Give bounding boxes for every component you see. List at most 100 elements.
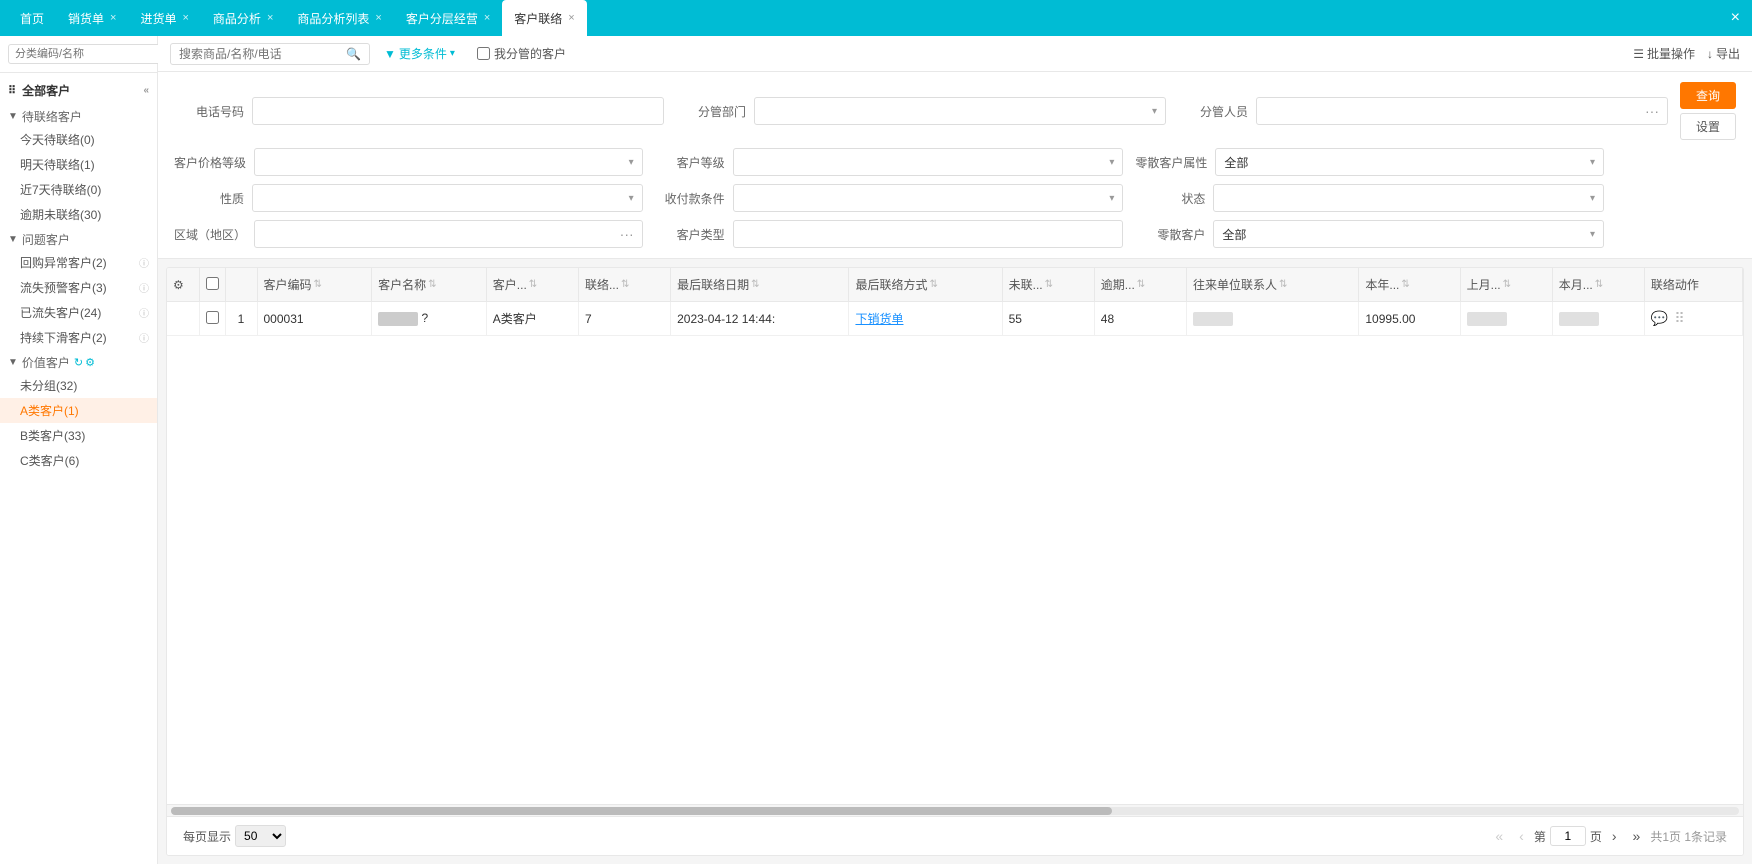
col-settings[interactable]: ⚙ xyxy=(167,268,199,302)
my-customer-checkbox[interactable] xyxy=(477,47,490,60)
nav-customer-tier[interactable]: 客户分层经营 × xyxy=(394,0,502,36)
sidebar-item-tomorrow-contact[interactable]: 明天待联络(1) xyxy=(0,152,157,177)
group-value-customers[interactable]: ▼ 价值客户 ↻ ⚙ xyxy=(0,350,157,373)
page-size-dropdown[interactable]: 50 100 200 xyxy=(235,825,286,847)
close-all-tabs[interactable]: × xyxy=(1731,9,1740,27)
sort-last-month-icon[interactable]: ⇅ xyxy=(1503,279,1511,290)
cell-checkbox[interactable] xyxy=(199,302,225,336)
nav-customer-contact[interactable]: 客户联络 × xyxy=(502,0,586,36)
sidebar-item-churned[interactable]: 已流失客户(24) ⓘ xyxy=(0,300,157,325)
col-checkbox[interactable] xyxy=(199,268,225,302)
refresh-icon[interactable]: ↻ xyxy=(74,356,83,369)
sidebar-search-input[interactable] xyxy=(8,44,164,64)
sidebar-item-class-a[interactable]: A类客户(1) xyxy=(0,398,157,423)
sort-this-month-icon[interactable]: ⇅ xyxy=(1595,279,1603,290)
sort-name-icon[interactable]: ⇅ xyxy=(428,279,436,290)
query-button[interactable]: 查询 xyxy=(1680,82,1736,109)
filter-payment-select[interactable]: ▾ xyxy=(733,184,1124,212)
sidebar-item-ungrouped[interactable]: 未分组(32) xyxy=(0,373,157,398)
sidebar-item-declining[interactable]: 持续下滑客户(2) ⓘ xyxy=(0,325,157,350)
sort-contact-icon[interactable]: ⇅ xyxy=(621,279,629,290)
collapse-icon[interactable]: « xyxy=(143,85,149,96)
sort-history-icon[interactable]: ⇅ xyxy=(1279,279,1287,290)
nav-product-analysis[interactable]: 商品分析 × xyxy=(201,0,285,36)
close-product-analysis-list[interactable]: × xyxy=(375,12,381,24)
nav-product-analysis-list[interactable]: 商品分析列表 × xyxy=(285,0,393,36)
first-page-btn[interactable]: « xyxy=(1489,826,1509,846)
nav-home[interactable]: 首页 xyxy=(8,0,56,36)
message-icon[interactable]: 💬 xyxy=(1651,310,1668,327)
sort-code-icon[interactable]: ⇅ xyxy=(314,279,322,290)
my-customer-checkbox-label[interactable]: 我分管的客户 xyxy=(477,45,566,62)
col-no-contact[interactable]: 未联... ⇅ xyxy=(1002,268,1094,302)
close-sales-order[interactable]: × xyxy=(110,12,116,24)
close-purchase[interactable]: × xyxy=(182,12,188,24)
sidebar-item-churn-warning[interactable]: 流失预警客户(3) ⓘ xyxy=(0,275,157,300)
all-customers-header[interactable]: ⠿ 全部客户 « xyxy=(0,77,157,104)
nav-purchase[interactable]: 进货单 × xyxy=(128,0,200,36)
sidebar-item-today-contact[interactable]: 今天待联络(0) xyxy=(0,127,157,152)
sort-last-method-icon[interactable]: ⇅ xyxy=(929,279,937,290)
col-this-year[interactable]: 本年... ⇅ xyxy=(1359,268,1460,302)
group-problem-customers[interactable]: ▼ 问题客户 xyxy=(0,227,157,250)
nav-sales-order[interactable]: 销货单 × xyxy=(56,0,128,36)
settings-table-icon[interactable]: ⚙ xyxy=(173,278,184,292)
toolbar-search-icon[interactable]: 🔍 xyxy=(346,47,361,61)
col-name[interactable]: 客户名称 ⇅ xyxy=(372,268,487,302)
sort-no-contact-icon[interactable]: ⇅ xyxy=(1045,279,1053,290)
toolbar-search-input[interactable] xyxy=(179,47,346,61)
col-last-method[interactable]: 最后联络方式 ⇅ xyxy=(849,268,1002,302)
filter-retail-customer-select[interactable]: 全部 ▾ xyxy=(1213,220,1604,248)
filter-dept-select[interactable]: ▾ xyxy=(754,97,1166,125)
sidebar-item-7days-contact[interactable]: 近7天待联络(0) xyxy=(0,177,157,202)
col-history[interactable]: 往来单位联系人 ⇅ xyxy=(1186,268,1358,302)
filter-retail-attr-select[interactable]: 全部 ▾ xyxy=(1215,148,1604,176)
export-button[interactable]: ↓ 导出 xyxy=(1707,45,1740,62)
filter-manager-input[interactable]: ··· xyxy=(1256,97,1668,125)
filter-nature-select[interactable]: ▾ xyxy=(252,184,643,212)
settings-small-icon[interactable]: ⚙ xyxy=(85,356,95,369)
sidebar-item-repurchase-anomaly[interactable]: 回购异常客户(2) ⓘ xyxy=(0,250,157,275)
last-method-link[interactable]: 下销货单 xyxy=(855,312,903,326)
row-checkbox[interactable] xyxy=(206,311,219,324)
close-customer-tier[interactable]: × xyxy=(484,12,490,24)
batch-op-button[interactable]: ☰ 批量操作 xyxy=(1633,45,1695,62)
page-input[interactable] xyxy=(1550,826,1586,846)
col-last-month[interactable]: 上月... ⇅ xyxy=(1460,268,1552,302)
col-last-date[interactable]: 最后联络日期 ⇅ xyxy=(671,268,849,302)
filter-status-select[interactable]: ▾ xyxy=(1213,184,1604,212)
close-product-analysis[interactable]: × xyxy=(267,12,273,24)
qr-icon[interactable]: ⠿ xyxy=(1674,310,1684,327)
filter-more-btn[interactable]: ▼ 更多条件 ▾ xyxy=(378,42,461,65)
scrollbar-thumb[interactable] xyxy=(171,807,1112,815)
sidebar-item-overdue-contact[interactable]: 逾期未联络(30) xyxy=(0,202,157,227)
filter-region-input[interactable]: ··· xyxy=(254,220,643,248)
col-this-month[interactable]: 本月... ⇅ xyxy=(1552,268,1644,302)
sidebar-item-class-c[interactable]: C类客户(6) xyxy=(0,448,157,473)
sort-this-year-icon[interactable]: ⇅ xyxy=(1401,279,1409,290)
table-scroll[interactable]: ⚙ 客户编码 ⇅ xyxy=(167,268,1743,804)
last-page-btn[interactable]: » xyxy=(1627,826,1647,846)
sidebar-item-class-b[interactable]: B类客户(33) xyxy=(0,423,157,448)
next-page-btn[interactable]: › xyxy=(1606,826,1623,846)
sort-overdue-icon[interactable]: ⇅ xyxy=(1137,279,1145,290)
bottom-scrollbar[interactable] xyxy=(167,804,1743,816)
col-overdue[interactable]: 逾期... ⇅ xyxy=(1094,268,1186,302)
prev-page-btn[interactable]: ‹ xyxy=(1513,826,1530,846)
filter-customer-grade-select[interactable]: ▾ xyxy=(733,148,1124,176)
settings-button[interactable]: 设置 xyxy=(1680,113,1736,140)
scrollbar-track[interactable] xyxy=(171,807,1739,815)
filter-customer-type-input[interactable] xyxy=(733,220,1124,248)
filter-phone-input[interactable] xyxy=(252,97,664,125)
close-customer-contact[interactable]: × xyxy=(568,12,574,24)
group-waiting-contact[interactable]: ▼ 待联络客户 xyxy=(0,104,157,127)
col-contact[interactable]: 联络... ⇅ xyxy=(578,268,670,302)
select-all-checkbox[interactable] xyxy=(206,277,219,290)
filter-price-tier-select[interactable]: ▾ xyxy=(254,148,643,176)
cell-last-method[interactable]: 下销货单 xyxy=(849,302,1002,336)
col-code[interactable]: 客户编码 ⇅ xyxy=(257,268,372,302)
filter-customer-grade-label: 客户等级 xyxy=(655,154,725,171)
sort-last-date-icon[interactable]: ⇅ xyxy=(751,279,759,290)
sort-type-icon[interactable]: ⇅ xyxy=(529,279,537,290)
col-type[interactable]: 客户... ⇅ xyxy=(486,268,578,302)
